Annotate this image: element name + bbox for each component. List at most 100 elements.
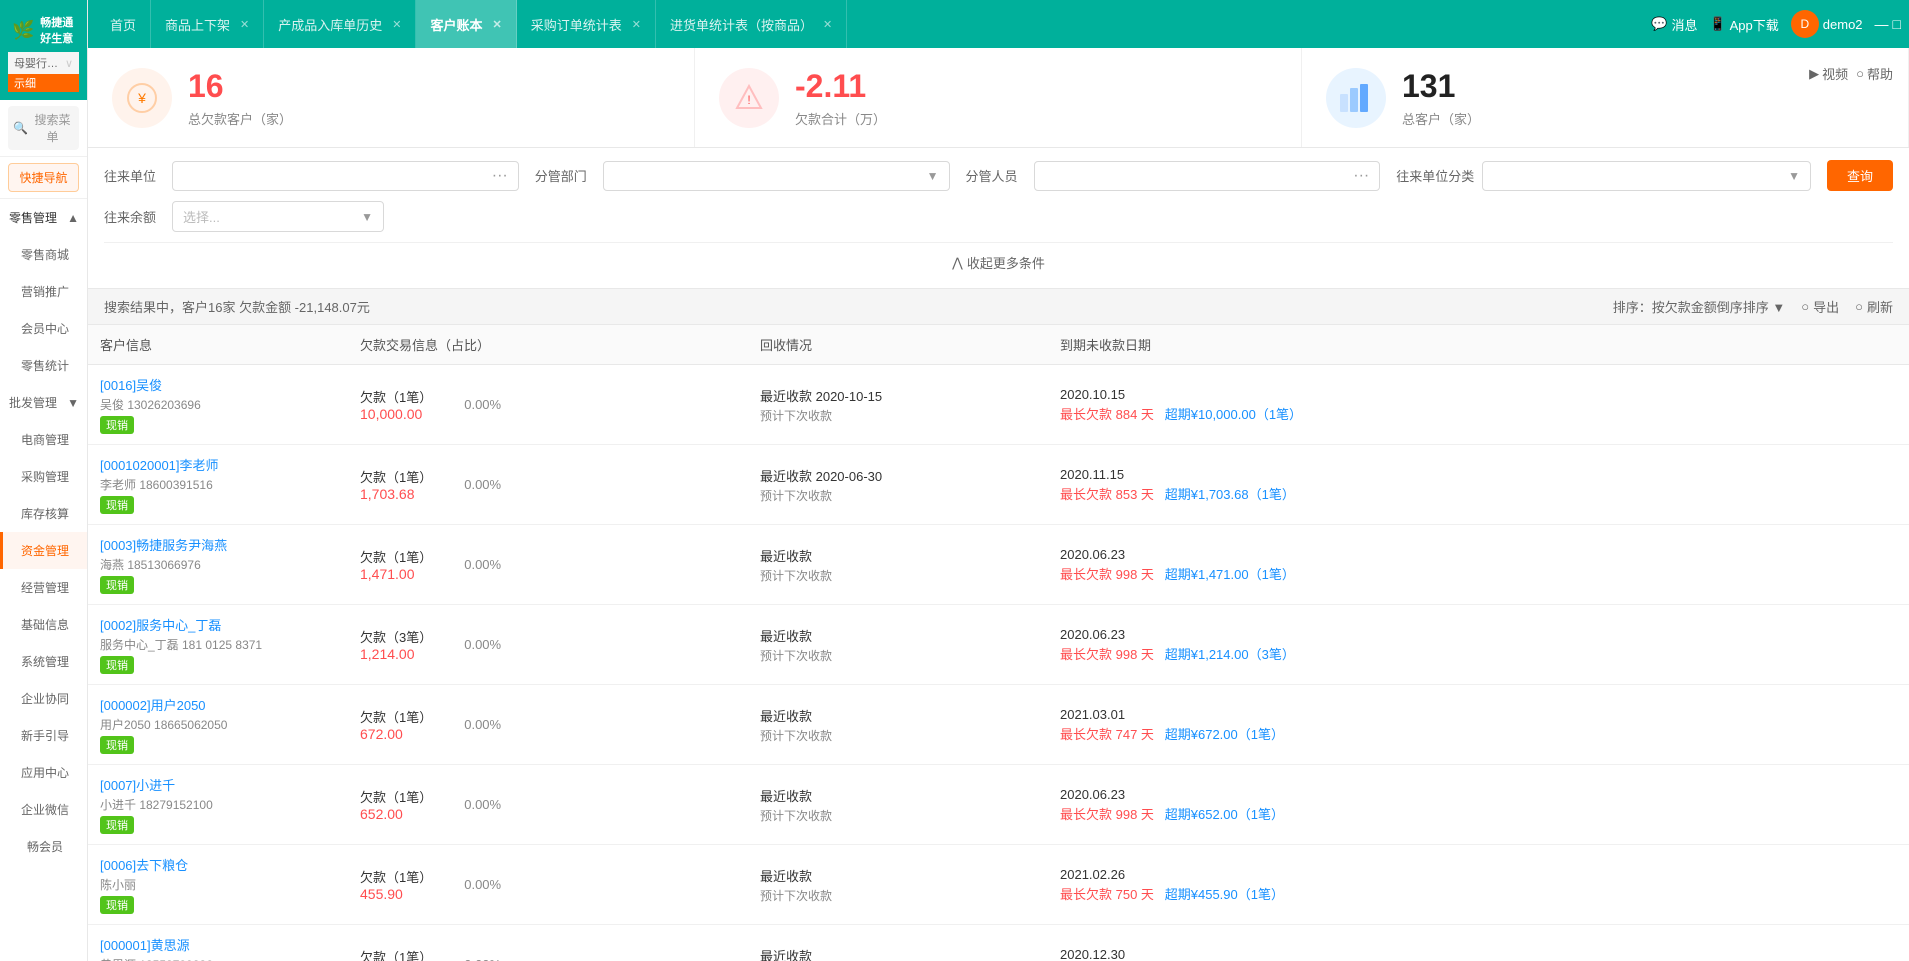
filter-balance-select[interactable]: 选择... ▼ (172, 201, 384, 232)
tab-close-product-off[interactable]: ✕ (240, 18, 249, 31)
overdue-link[interactable]: 超期¥1,471.00（1笔） (1165, 567, 1295, 582)
app-logo[interactable]: 🌿 畅捷通好生意 母婴行业演示账套 ∨ 示细 (0, 0, 87, 100)
customer-tag: 现销 (100, 496, 134, 514)
filter-dept-select[interactable]: ▼ (603, 161, 950, 191)
overdue-link[interactable]: 超期¥10,000.00（1笔） (1165, 407, 1302, 422)
debt-percent: 0.00% (464, 477, 501, 492)
search-button[interactable]: 查询 (1827, 160, 1893, 191)
tab-close-production-history[interactable]: ✕ (392, 18, 401, 31)
user-avatar: D (1791, 10, 1819, 38)
top-bar-actions: 💬 消息 📱 App下载 D demo2 — □ (1651, 10, 1901, 38)
customer-name-link[interactable]: [000001]黄思源 (100, 935, 336, 954)
sidebar-item-corp-wechat[interactable]: 企业微信 (0, 791, 87, 828)
sidebar-item-newbie[interactable]: 新手引导 (0, 717, 87, 754)
filter-source-classify-select[interactable]: ▼ (1482, 161, 1811, 191)
table-row: [0006]去下粮仓 陈小丽 现销 欠款（1笔） 455.90 0.00% 最近… (88, 845, 1909, 925)
tab-close-inbound-stats[interactable]: ✕ (823, 18, 832, 31)
sidebar-item-vip[interactable]: 畅会员 (0, 828, 87, 865)
debt-amount: 652.00 (360, 806, 432, 822)
customer-name-link[interactable]: [0001020001]李老师 (100, 455, 336, 474)
customer-sub: 吴俊 13026203696 (100, 396, 336, 413)
col-payment-status: 回收情况 (748, 325, 1048, 365)
filter-balance-placeholder: 选择... (183, 207, 220, 226)
app-download-button[interactable]: 📱 App下载 (1709, 15, 1778, 34)
sidebar-item-operation[interactable]: 经营管理 (0, 569, 87, 606)
payment-next: 预计下次收款 (760, 807, 1036, 824)
due-date: 2020.10.15 (1060, 387, 1897, 402)
customer-sub: 海燕 18513066976 (100, 556, 336, 573)
video-help-button[interactable]: ▶ 视频 (1809, 64, 1848, 83)
data-table-container: 客户信息 欠款交易信息（占比） 回收情况 到期未收款日期 [0016]吴俊 吴俊… (88, 325, 1909, 961)
overdue-link[interactable]: 超期¥652.00（1笔） (1165, 807, 1284, 822)
overdue-link[interactable]: 超期¥672.00（1笔） (1165, 727, 1284, 742)
minimize-button[interactable]: — (1875, 16, 1889, 32)
payment-latest: 最近收款 2020-10-15 (760, 386, 1036, 405)
sidebar-item-inventory[interactable]: 库存核算 (0, 495, 87, 532)
sidebar-item-app-center[interactable]: 应用中心 (0, 754, 87, 791)
overdue-link[interactable]: 超期¥1,703.68（1笔） (1165, 487, 1295, 502)
tab-inbound-stats[interactable]: 进货单统计表（按商品） ✕ (656, 0, 847, 48)
customer-name-link[interactable]: [0002]服务中心_丁磊 (100, 615, 336, 634)
customer-sub: 服务中心_丁磊 181 0125 8371 (100, 636, 336, 653)
overdue-link[interactable]: 超期¥455.90（1笔） (1165, 887, 1284, 902)
refresh-button[interactable]: ○ 刷新 (1855, 297, 1893, 316)
guide-help-button[interactable]: ○ 帮助 (1856, 64, 1893, 83)
window-controls: — □ (1875, 16, 1901, 32)
sidebar-item-system[interactable]: 系统管理 (0, 643, 87, 680)
user-profile[interactable]: D demo2 (1791, 10, 1863, 38)
debt-amount: 10,000.00 (360, 406, 432, 422)
stats-bar: ¥ 16 总欠款客户（家） ! -2.11 欠款合计（万） (88, 48, 1909, 148)
payment-latest: 最近收款 (760, 706, 1036, 725)
quick-nav-button[interactable]: 快捷导航 (8, 163, 79, 192)
stat-value-debt-total: -2.11 (795, 67, 1277, 105)
sidebar-item-enterprise[interactable]: 企业协同 (0, 680, 87, 717)
chevron-down-icon: ▼ (927, 169, 939, 183)
tab-production-history[interactable]: 产成品入库单历史 ✕ (264, 0, 416, 48)
overdue-link[interactable]: 超期¥1,214.00（3笔） (1165, 647, 1295, 662)
payment-latest: 最近收款 2020-06-30 (760, 466, 1036, 485)
debt-amount: 1,703.68 (360, 486, 432, 502)
tab-product-off[interactable]: 商品上下架 ✕ (151, 0, 264, 48)
tab-close-customer-account[interactable]: ✕ (493, 18, 502, 31)
customer-sub: 小进千 18279152100 (100, 796, 336, 813)
maximize-button[interactable]: □ (1893, 16, 1901, 32)
tab-customer-account[interactable]: 客户账本 ✕ (416, 0, 516, 48)
debt-percent: 0.00% (464, 957, 501, 961)
show-detail[interactable]: 示细 (8, 74, 79, 92)
sidebar-item-finance[interactable]: 资金管理 (0, 532, 87, 569)
sidebar-item-ecommerce[interactable]: 电商管理 (0, 421, 87, 458)
customer-name-link[interactable]: [000002]用户2050 (100, 695, 336, 714)
sidebar-item-batch-manage[interactable]: 批发管理 ▼ (0, 384, 87, 421)
tab-home[interactable]: 首页 (96, 0, 151, 48)
customer-name-link[interactable]: [0006]去下粮仓 (100, 855, 336, 874)
customer-name-link[interactable]: [0007]小进千 (100, 775, 336, 794)
export-icon: ○ (1801, 299, 1809, 314)
sidebar-item-retail-stats[interactable]: 零售统计 (0, 347, 87, 384)
filter-person-input[interactable]: ··· (1034, 161, 1381, 191)
stat-value-debt-customers: 16 (188, 67, 670, 105)
table-row: [0001020001]李老师 李老师 18600391516 现销 欠款（1笔… (88, 445, 1909, 525)
customer-name-link[interactable]: [0016]吴俊 (100, 375, 336, 394)
refresh-icon: ○ (1855, 299, 1863, 314)
tab-purchase-order[interactable]: 采购订单统计表 ✕ (517, 0, 656, 48)
sidebar-item-purchase[interactable]: 采购管理 (0, 458, 87, 495)
tab-close-purchase-order[interactable]: ✕ (632, 18, 641, 31)
filter-balance-label: 往来余额 (104, 207, 164, 226)
debt-percent: 0.00% (464, 397, 501, 412)
sidebar-item-marketing[interactable]: 营销推广 (0, 273, 87, 310)
sidebar-item-retail-mall[interactable]: 零售商城 (0, 236, 87, 273)
customer-name-link[interactable]: [0003]畅捷服务尹海燕 (100, 535, 336, 554)
table-row: [0003]畅捷服务尹海燕 海燕 18513066976 现销 欠款（1笔） 1… (88, 525, 1909, 605)
filter-source-unit-input[interactable]: ··· (172, 161, 519, 191)
message-button[interactable]: 💬 消息 (1651, 15, 1697, 34)
search-menu-button[interactable]: 🔍 搜索菜单 (8, 106, 79, 150)
sidebar-item-retail-manage[interactable]: 零售管理 ▲ (0, 199, 87, 236)
filter-source-unit-label: 往来单位 (104, 166, 164, 185)
payment-next: 预计下次收款 (760, 647, 1036, 664)
filter-area: 往来单位 ··· 分管部门 ▼ 分管人员 ··· (88, 148, 1909, 289)
svg-text:¥: ¥ (137, 90, 146, 106)
sidebar-item-basic-info[interactable]: 基础信息 (0, 606, 87, 643)
collapse-filters-button[interactable]: ⋀ 收起更多条件 (104, 249, 1893, 276)
sidebar-item-member-center[interactable]: 会员中心 (0, 310, 87, 347)
export-button[interactable]: ○ 导出 (1801, 297, 1839, 316)
